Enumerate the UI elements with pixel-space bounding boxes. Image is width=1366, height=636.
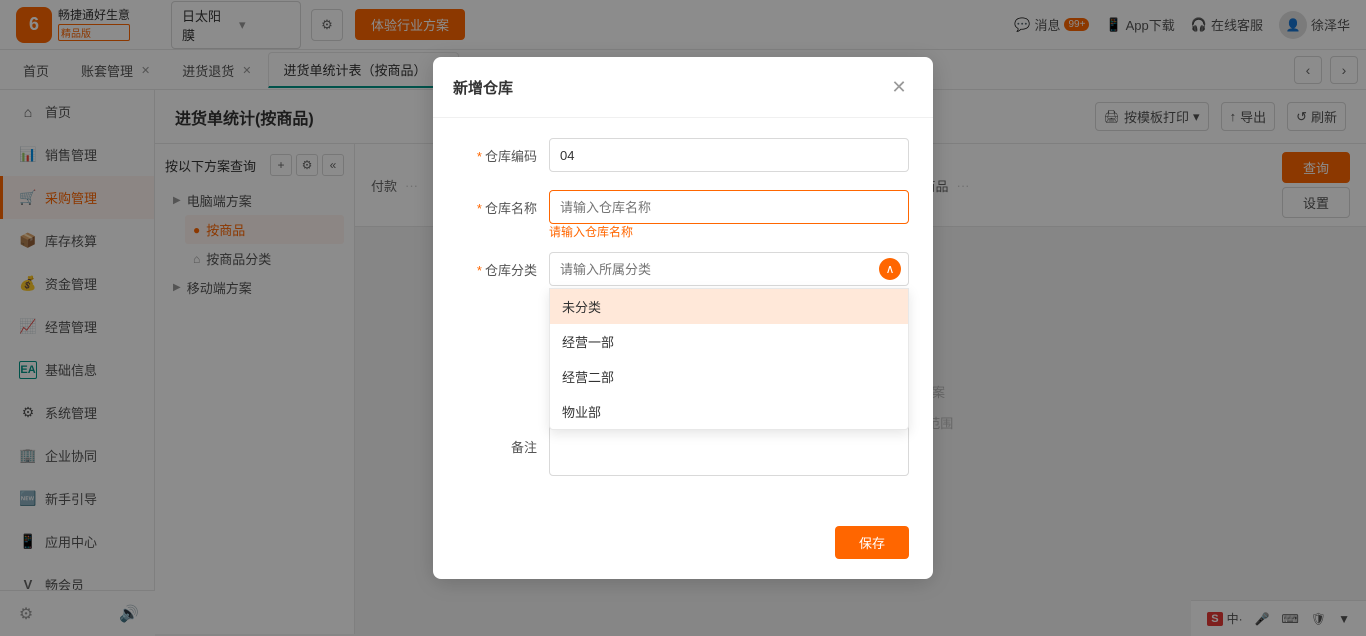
warehouse-name-label: 仓库名称: [457, 198, 537, 217]
dropdown-item-unclassified[interactable]: 未分类: [550, 289, 908, 324]
warehouse-name-error-msg: 请输入仓库名称: [549, 223, 633, 240]
warehouse-name-input[interactable]: [549, 190, 909, 224]
dropdown-item-dept2[interactable]: 经营二部: [550, 359, 908, 394]
add-warehouse-modal: 新增仓库 ✕ 仓库编码 仓库名称 请输入仓库名称 仓库分类 ∧: [433, 57, 933, 579]
warehouse-code-row: 仓库编码: [457, 138, 909, 172]
modal-overlay: 新增仓库 ✕ 仓库编码 仓库名称 请输入仓库名称 仓库分类 ∧: [0, 0, 1366, 636]
warehouse-category-select-wrap: ∧ 未分类 经营一部 经营二部 物业部: [549, 252, 909, 286]
dropdown-item-dept3[interactable]: 物业部: [550, 394, 908, 429]
modal-header: 新增仓库 ✕: [433, 57, 933, 118]
notes-label: 备注: [457, 437, 537, 456]
warehouse-code-label: 仓库编码: [457, 146, 537, 165]
modal-footer: 保存: [433, 514, 933, 579]
dropdown-item-dept1[interactable]: 经营一部: [550, 324, 908, 359]
warehouse-category-input[interactable]: [549, 252, 909, 286]
warehouse-category-label: 仓库分类: [457, 260, 537, 279]
modal-close-button[interactable]: ✕: [885, 73, 913, 101]
warehouse-name-row: 仓库名称 请输入仓库名称: [457, 190, 909, 224]
modal-title: 新增仓库: [453, 77, 513, 98]
warehouse-category-row: 仓库分类 ∧ 未分类 经营一部 经营二部 物业部: [457, 252, 909, 286]
category-dropdown-arrow-icon[interactable]: ∧: [879, 258, 901, 280]
modal-body: 仓库编码 仓库名称 请输入仓库名称 仓库分类 ∧ 未分类 经营一部 经营二部: [433, 118, 933, 514]
warehouse-code-input[interactable]: [549, 138, 909, 172]
category-dropdown: 未分类 经营一部 经营二部 物业部: [549, 288, 909, 430]
save-button[interactable]: 保存: [835, 526, 909, 559]
